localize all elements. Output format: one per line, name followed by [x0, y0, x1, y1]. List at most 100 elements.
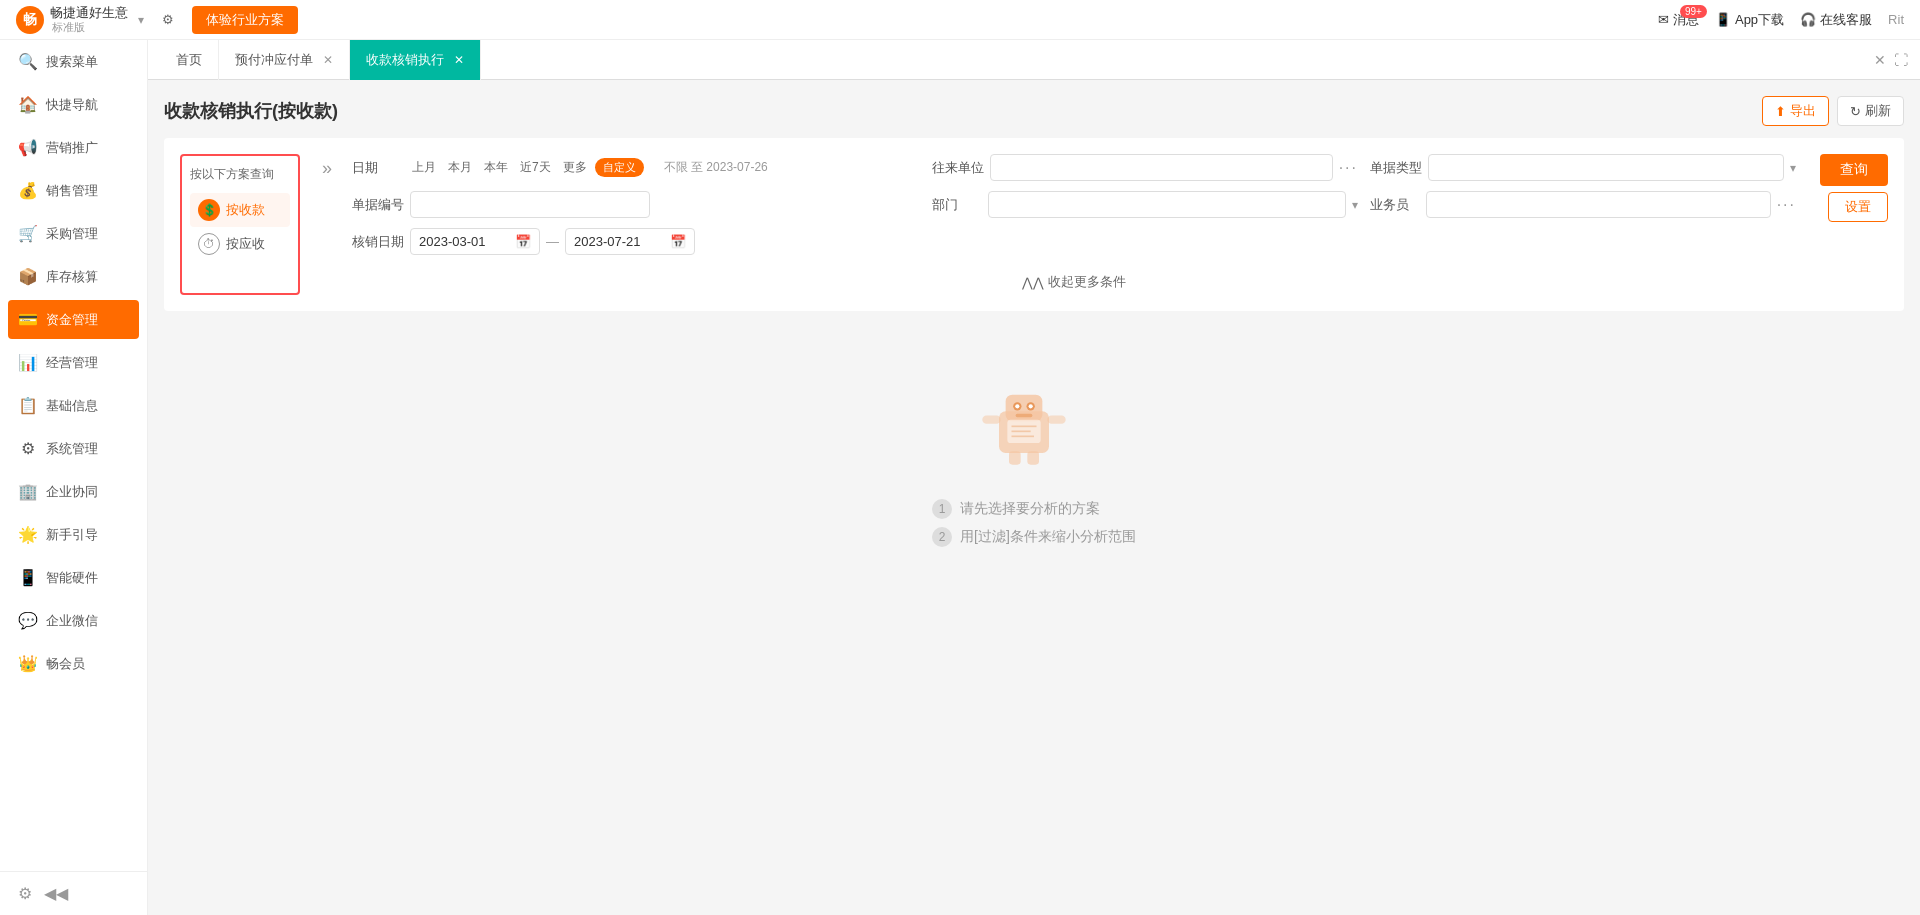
tab-prepay-close[interactable]: ✕	[323, 53, 333, 67]
message-button[interactable]: ✉ 消息 99+	[1658, 11, 1699, 29]
filter-date-options: 上月 本月 本年 近7天 更多 自定义	[408, 157, 644, 178]
filter-staff-group: 业务员 ···	[1370, 191, 1796, 218]
refresh-button[interactable]: ↻ 刷新	[1837, 96, 1904, 126]
settings-bottom-icon[interactable]: ⚙	[18, 884, 32, 903]
logo-icon: 畅	[16, 6, 44, 34]
empty-tip-text-2: 用[过滤]条件来缩小分析范围	[960, 528, 1136, 546]
dept-input[interactable]	[988, 191, 1346, 218]
verify-date-start-value: 2023-03-01	[419, 234, 486, 249]
date-option-this-year[interactable]: 本年	[480, 157, 512, 178]
sidebar-item-label: 智能硬件	[46, 569, 98, 587]
app-download-button[interactable]: 📱 App下载	[1715, 11, 1784, 29]
verify-date-end-input[interactable]: 2023-07-21 📅	[565, 228, 695, 255]
sidebar-item-label: 采购管理	[46, 225, 98, 243]
staff-more-icon[interactable]: ···	[1777, 196, 1796, 214]
sidebar-item-hardware[interactable]: 📱 智能硬件	[0, 556, 147, 599]
sidebar-item-label: 库存核算	[46, 268, 98, 286]
page-title: 收款核销执行(按收款)	[164, 99, 338, 123]
verify-date-start-input[interactable]: 2023-03-01 📅	[410, 228, 540, 255]
counterpart-label: 往来单位	[932, 159, 984, 177]
tab-receipt-verify[interactable]: 收款核销执行 ✕	[350, 40, 481, 80]
collapse-more-icon: ⋀⋀	[1022, 275, 1044, 290]
doc-no-input[interactable]	[410, 191, 650, 218]
inventory-icon: 📦	[18, 267, 38, 286]
sidebar-item-sales[interactable]: 💰 销售管理	[0, 169, 147, 212]
tab-bar: 首页 预付冲应付单 ✕ 收款核销执行 ✕ ✕ ⛶	[148, 40, 1920, 80]
message-badge: 99+	[1680, 5, 1707, 18]
refresh-icon: ↻	[1850, 104, 1861, 119]
tab-bar-actions: ✕ ⛶	[1874, 52, 1908, 68]
staff-input[interactable]	[1426, 191, 1771, 218]
sidebar-item-guide[interactable]: 🌟 新手引导	[0, 513, 147, 556]
sidebar-item-member[interactable]: 👑 畅会员	[0, 642, 147, 685]
dept-dropdown-icon[interactable]: ▾	[1352, 198, 1358, 212]
collapse-sidebar-icon[interactable]: ◀◀	[44, 884, 68, 903]
sidebar-item-purchase[interactable]: 🛒 采购管理	[0, 212, 147, 255]
system-icon: ⚙	[18, 439, 38, 458]
filter-actions: 查询 设置	[1808, 154, 1888, 295]
basic-info-icon: 📋	[18, 396, 38, 415]
sidebar-item-enterprise[interactable]: 🏢 企业协同	[0, 470, 147, 513]
doc-type-label: 单据类型	[1370, 159, 1422, 177]
topbar-dropdown-icon[interactable]: ▾	[138, 13, 144, 27]
query-button[interactable]: 查询	[1820, 154, 1888, 186]
wechat-icon: 💬	[18, 611, 38, 630]
app-label: App下载	[1735, 11, 1784, 29]
counterpart-input[interactable]	[990, 154, 1333, 181]
doc-type-dropdown-icon[interactable]: ▾	[1790, 161, 1796, 175]
tab-receipt-verify-close[interactable]: ✕	[454, 53, 464, 67]
sidebar-item-marketing[interactable]: 📢 营销推广	[0, 126, 147, 169]
sidebar-item-finance[interactable]: 💳 资金管理	[8, 300, 139, 339]
date-label: 日期	[352, 159, 402, 177]
collapse-query-panel-icon[interactable]: »	[314, 154, 340, 295]
search-icon: 🔍	[18, 52, 38, 71]
filter-counterpart-group: 往来单位 ···	[932, 154, 1358, 181]
doc-no-label: 单据编号	[352, 196, 404, 214]
filter-verify-date-group: 核销日期 2023-03-01 📅 — 2023-07-21 📅	[352, 228, 1796, 255]
sidebar-item-quicknav[interactable]: 🏠 快捷导航	[0, 83, 147, 126]
query-type-by-receivable[interactable]: ⏱ 按应收	[190, 227, 290, 261]
sidebar-item-system[interactable]: ⚙ 系统管理	[0, 427, 147, 470]
sales-icon: 💰	[18, 181, 38, 200]
date-option-this-month[interactable]: 本月	[444, 157, 476, 178]
counterpart-more-icon[interactable]: ···	[1339, 159, 1358, 177]
tab-home[interactable]: 首页	[160, 40, 219, 80]
version-label: 标准版	[52, 21, 128, 34]
service-label: 在线客服	[1820, 11, 1872, 29]
tab-home-label: 首页	[176, 51, 202, 69]
date-option-last-month[interactable]: 上月	[408, 157, 440, 178]
user-name: Rit	[1888, 12, 1904, 27]
sidebar-item-search[interactable]: 🔍 搜索菜单	[0, 40, 147, 83]
sidebar-item-operation[interactable]: 📊 经营管理	[0, 341, 147, 384]
collapse-more-button[interactable]: ⋀⋀ 收起更多条件	[1010, 269, 1138, 295]
query-type-receivable-label: 按应收	[226, 235, 265, 253]
sidebar-item-wechat[interactable]: 💬 企业微信	[0, 599, 147, 642]
sidebar-item-inventory[interactable]: 📦 库存核算	[0, 255, 147, 298]
tab-prepay[interactable]: 预付冲应付单 ✕	[219, 40, 350, 80]
date-option-7days[interactable]: 近7天	[516, 157, 555, 178]
empty-tip-num-2: 2	[932, 527, 952, 547]
query-type-by-receipt[interactable]: 💲 按收款	[190, 193, 290, 227]
doc-type-input[interactable]	[1428, 154, 1784, 181]
page-header-actions: ⬆ 导出 ↻ 刷新	[1762, 96, 1904, 126]
collapse-more-label: 收起更多条件	[1048, 273, 1126, 291]
export-button[interactable]: ⬆ 导出	[1762, 96, 1829, 126]
sidebar-item-label: 快捷导航	[46, 96, 98, 114]
empty-tip-1: 1 请先选择要分析的方案	[932, 499, 1136, 519]
marketing-icon: 📢	[18, 138, 38, 157]
setting-button[interactable]: 设置	[1828, 192, 1888, 222]
date-option-more[interactable]: 更多	[559, 157, 591, 178]
tab-close-all-icon[interactable]: ✕	[1874, 52, 1886, 68]
query-receivable-icon: ⏱	[198, 233, 220, 255]
tab-expand-icon[interactable]: ⛶	[1894, 52, 1908, 68]
online-service-button[interactable]: 🎧 在线客服	[1800, 11, 1872, 29]
main-layout: 🔍 搜索菜单 🏠 快捷导航 📢 营销推广 💰 销售管理 🛒 采购管理 📦 库存核…	[0, 40, 1920, 915]
enterprise-icon: 🏢	[18, 482, 38, 501]
settings-icon[interactable]: ⚙	[154, 6, 182, 34]
sidebar-item-label: 企业微信	[46, 612, 98, 630]
sidebar-item-basic-info[interactable]: 📋 基础信息	[0, 384, 147, 427]
page-content: 收款核销执行(按收款) ⬆ 导出 ↻ 刷新 按以下方案查询	[148, 80, 1920, 915]
solution-button[interactable]: 体验行业方案	[192, 6, 298, 34]
date-option-custom[interactable]: 自定义	[595, 158, 644, 177]
dept-label: 部门	[932, 196, 982, 214]
